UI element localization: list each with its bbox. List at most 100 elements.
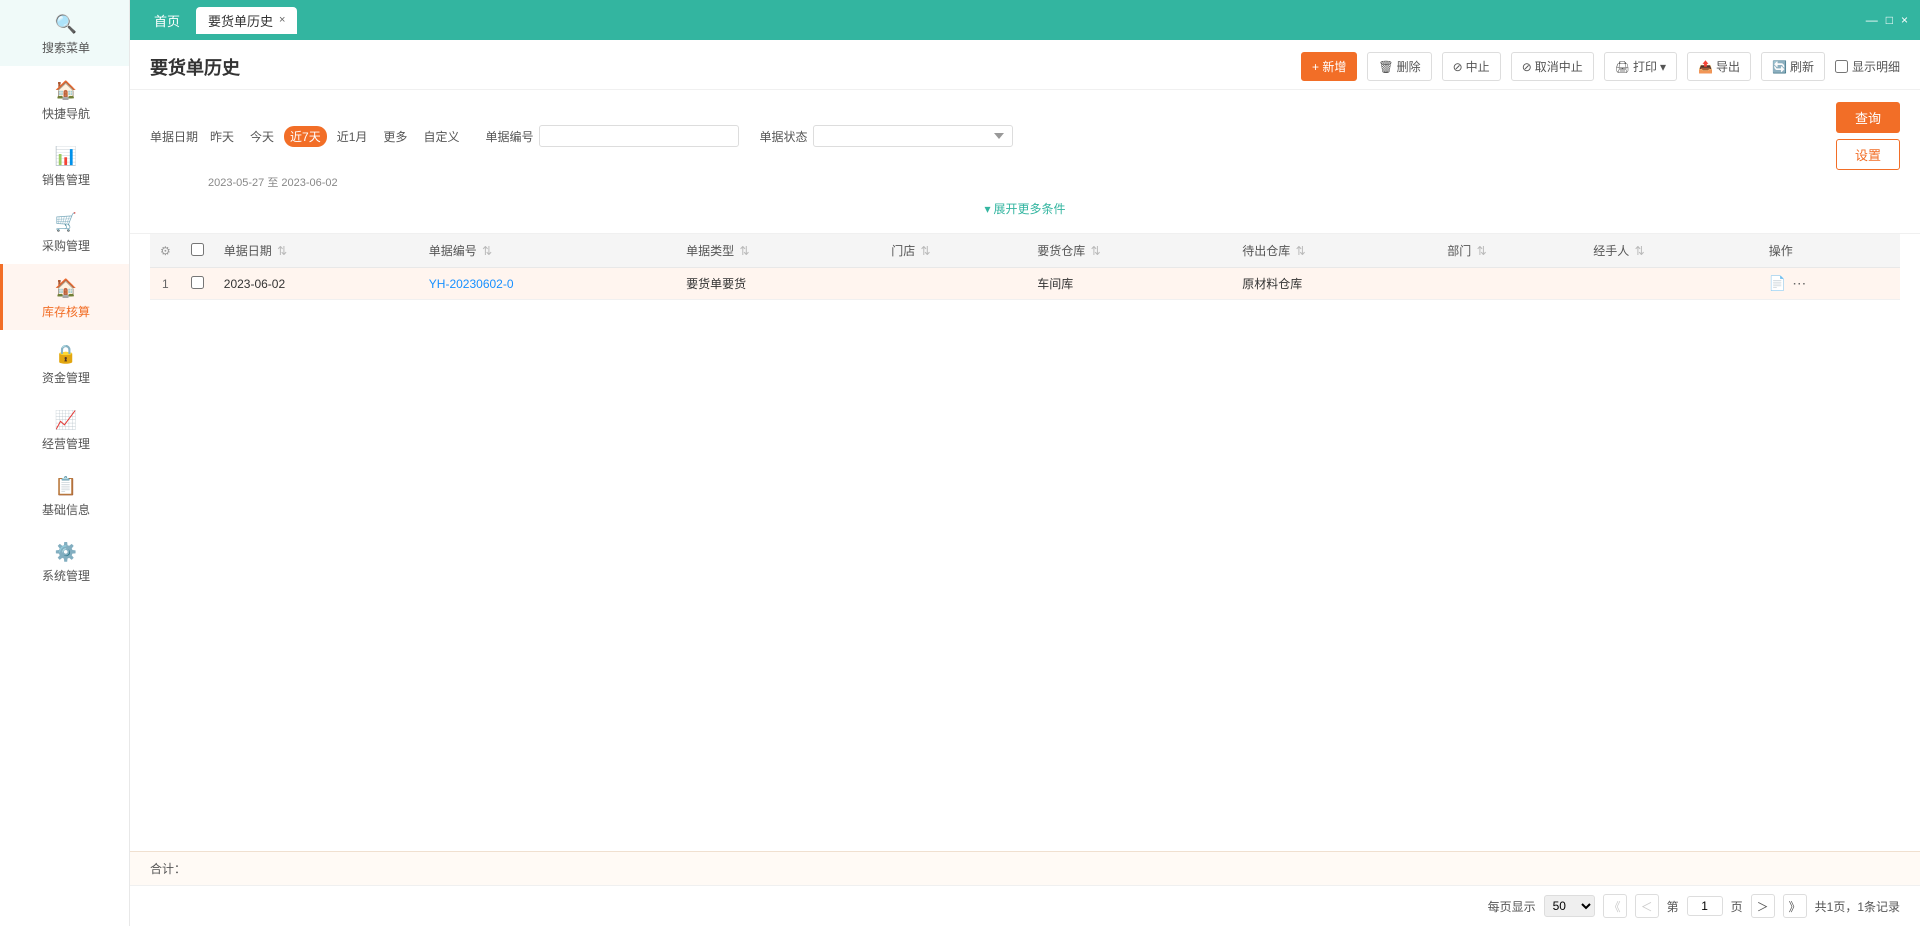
show-detail-label[interactable]: 显示明细 — [1835, 58, 1900, 75]
date-filter-label: 单据日期 — [150, 128, 198, 145]
th-checkbox[interactable] — [181, 234, 214, 268]
filter-row-1: 单据日期 昨天 今天 近7天 近1月 更多 自定义 单据编号 — [150, 102, 1900, 170]
action-icons: 📄 ⋯ — [1769, 275, 1890, 292]
sidebar-item-system[interactable]: ⚙️ 系统管理 — [0, 528, 129, 594]
sidebar-item-operation[interactable]: 📈 经营管理 — [0, 396, 129, 462]
sales-icon: 📊 — [55, 146, 77, 167]
print-dropdown-icon: ▾ — [1660, 60, 1666, 74]
sidebar-item-basic-info[interactable]: 📋 基础信息 — [0, 462, 129, 528]
operation-icon: 📈 — [55, 410, 77, 431]
cancel-stop-button[interactable]: ⊘ 取消中止 — [1511, 52, 1594, 81]
page-number-input[interactable] — [1687, 896, 1723, 916]
th-doc-date[interactable]: 单据日期 ⇅ — [214, 234, 419, 268]
date-btn-more[interactable]: 更多 — [377, 126, 413, 147]
date-btn-yesterday[interactable]: 昨天 — [204, 126, 240, 147]
sort-doc-date-icon: ⇅ — [277, 244, 287, 258]
td-department — [1437, 268, 1583, 300]
show-detail-checkbox[interactable] — [1835, 60, 1848, 73]
inventory-icon: 🏠 — [55, 278, 77, 299]
toolbar: + 新增 🗑 删除 ⊘ 中止 ⊘ 取消中止 🖨 打印 ▾ — [1301, 52, 1900, 81]
main-area: 首页 要货单历史 × — □ × 要货单历史 + 新增 🗑 删除 — [130, 0, 1920, 926]
topbar: 首页 要货单历史 × — □ × — [130, 0, 1920, 40]
table-wrap: ⚙ 单据日期 ⇅ 单据编号 ⇅ 单据类型 — [130, 234, 1920, 851]
td-store — [881, 268, 1027, 300]
filter-area: 单据日期 昨天 今天 近7天 近1月 更多 自定义 单据编号 — [130, 90, 1920, 234]
sidebar-item-purchase[interactable]: 🛒 采购管理 — [0, 198, 129, 264]
td-req-warehouse: 车间库 — [1027, 268, 1232, 300]
select-all-checkbox[interactable] — [191, 243, 204, 256]
delete-icon: 🗑 — [1378, 60, 1393, 74]
sort-department-icon: ⇅ — [1477, 244, 1487, 258]
doc-status-label: 单据状态 — [759, 128, 807, 145]
export-icon: 📤 — [1698, 60, 1713, 74]
sort-pending-warehouse-icon: ⇅ — [1296, 244, 1306, 258]
sort-handler-icon: ⇅ — [1635, 244, 1645, 258]
th-department[interactable]: 部门 ⇅ — [1437, 234, 1583, 268]
date-btn-7days[interactable]: 近7天 — [284, 126, 327, 147]
home-icon: 🏠 — [55, 80, 77, 101]
new-button[interactable]: + 新增 — [1301, 52, 1357, 81]
doc-number-label: 单据编号 — [485, 128, 533, 145]
prev-page-btn[interactable]: ＜ — [1635, 894, 1659, 918]
sidebar: 🔍 搜索菜单 🏠 快捷导航 📊 销售管理 🛒 采购管理 🏠 库存核算 🔒 资金管… — [0, 0, 130, 926]
window-maximize[interactable]: □ — [1886, 13, 1893, 27]
th-req-warehouse[interactable]: 要货仓库 ⇅ — [1027, 234, 1232, 268]
first-page-btn[interactable]: 《 — [1603, 894, 1627, 918]
tab-active[interactable]: 要货单历史 × — [196, 7, 297, 34]
view-action-icon[interactable]: 📄 — [1769, 275, 1786, 292]
export-button[interactable]: 📤 导出 — [1687, 52, 1751, 81]
stop-icon: ⊘ — [1453, 60, 1463, 74]
th-doc-type[interactable]: 单据类型 ⇅ — [676, 234, 881, 268]
print-button[interactable]: 🖨 打印 ▾ — [1604, 52, 1677, 81]
last-page-btn[interactable]: 》 — [1783, 894, 1807, 918]
row-checkbox-1[interactable] — [191, 276, 204, 289]
th-doc-number[interactable]: 单据编号 ⇅ — [419, 234, 676, 268]
expand-more-btn[interactable]: ▾ 展开更多条件 — [984, 196, 1065, 221]
sidebar-item-search-menu[interactable]: 🔍 搜索菜单 — [0, 0, 129, 66]
delete-button[interactable]: 🗑 删除 — [1367, 52, 1431, 81]
doc-number-link[interactable]: YH-20230602-0 — [429, 277, 514, 291]
th-store[interactable]: 门店 ⇅ — [881, 234, 1027, 268]
stop-button[interactable]: ⊘ 中止 — [1442, 52, 1501, 81]
th-pending-warehouse[interactable]: 待出仓库 ⇅ — [1232, 234, 1437, 268]
window-minimize[interactable]: — — [1866, 13, 1878, 27]
window-close[interactable]: × — [1901, 13, 1908, 27]
topbar-right: — □ × — [1866, 13, 1908, 27]
date-btn-1month[interactable]: 近1月 — [331, 126, 374, 147]
refresh-button[interactable]: 🔄 刷新 — [1761, 52, 1825, 81]
td-checkbox[interactable] — [181, 268, 214, 300]
per-page-select[interactable]: 10 20 50 100 — [1544, 895, 1595, 917]
date-btn-today[interactable]: 今天 — [244, 126, 280, 147]
query-button[interactable]: 查询 — [1836, 102, 1900, 133]
cancel-stop-icon: ⊘ — [1522, 60, 1532, 74]
sidebar-item-sales[interactable]: 📊 销售管理 — [0, 132, 129, 198]
next-page-btn[interactable]: ＞ — [1751, 894, 1775, 918]
tab-home[interactable]: 首页 — [142, 7, 192, 34]
page-title: 要货单历史 — [150, 54, 1301, 80]
filter-actions: 查询 设置 — [1836, 102, 1900, 170]
sidebar-item-inventory[interactable]: 🏠 库存核算 — [0, 264, 129, 330]
date-buttons: 昨天 今天 近7天 近1月 更多 自定义 — [204, 126, 465, 147]
sort-doc-type-icon: ⇅ — [740, 244, 750, 258]
doc-number-input[interactable] — [539, 125, 739, 147]
date-btn-custom[interactable]: 自定义 — [417, 126, 465, 147]
filter-settings-button[interactable]: 设置 — [1836, 139, 1900, 170]
td-doc-number: YH-20230602-0 — [419, 268, 676, 300]
td-doc-type: 要货单要货 — [676, 268, 881, 300]
data-table: ⚙ 单据日期 ⇅ 单据编号 ⇅ 单据类型 — [150, 234, 1900, 300]
page-label: 第 — [1667, 898, 1679, 915]
sidebar-item-quick-nav[interactable]: 🏠 快捷导航 — [0, 66, 129, 132]
td-action: 📄 ⋯ — [1759, 268, 1900, 300]
sort-doc-number-icon: ⇅ — [482, 244, 492, 258]
th-handler[interactable]: 经手人 ⇅ — [1583, 234, 1759, 268]
sidebar-item-finance[interactable]: 🔒 资金管理 — [0, 330, 129, 396]
basic-info-icon: 📋 — [55, 476, 77, 497]
chevron-down-icon: ▾ — [984, 202, 990, 216]
th-settings[interactable]: ⚙ — [150, 234, 181, 268]
doc-number-filter: 单据编号 — [485, 125, 739, 147]
tab-close-icon[interactable]: × — [279, 14, 285, 26]
more-action-icon[interactable]: ⋯ — [1792, 275, 1806, 292]
print-icon: 🖨 — [1615, 60, 1630, 74]
doc-status-select[interactable] — [813, 125, 1013, 147]
page-unit: 页 — [1731, 898, 1743, 915]
